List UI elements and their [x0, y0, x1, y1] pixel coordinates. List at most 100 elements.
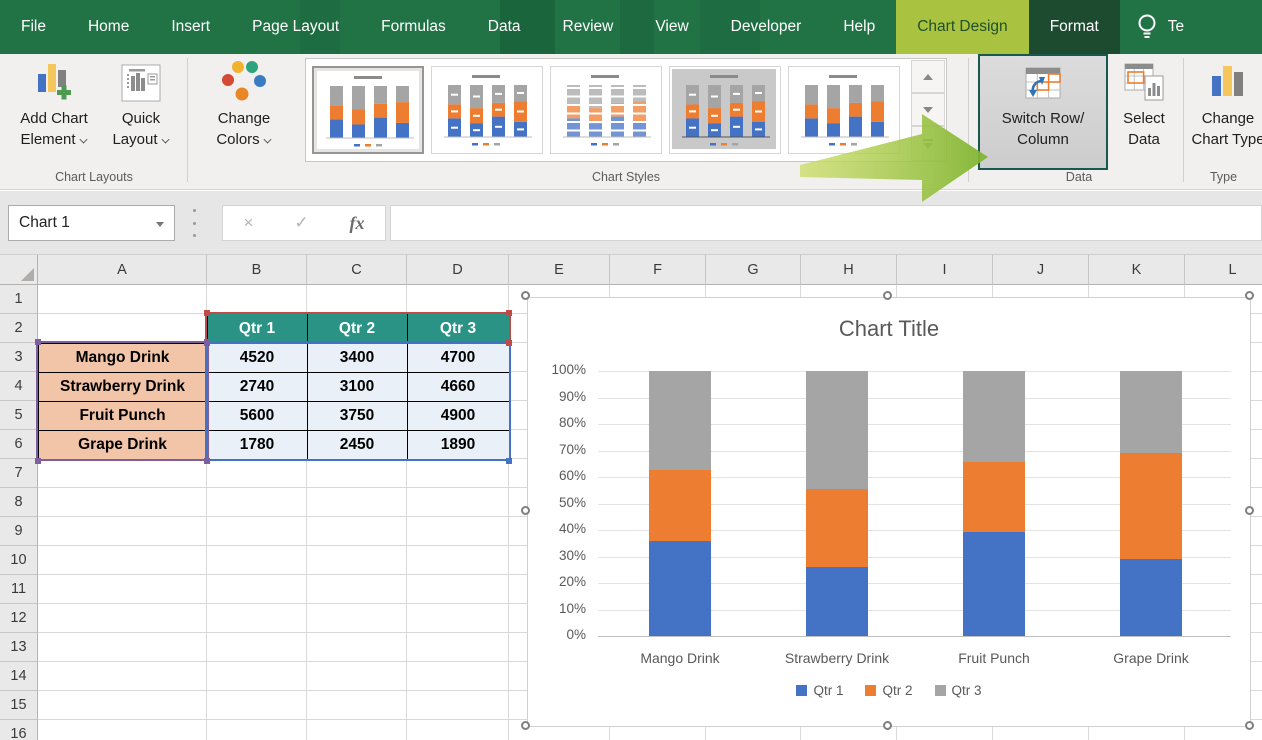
chart-style-thumbnail-2[interactable] — [431, 66, 543, 154]
row-header-12[interactable]: 12 — [0, 604, 38, 633]
cell-C4[interactable]: 3100 — [307, 372, 407, 401]
chart-resize-handle[interactable] — [521, 506, 530, 515]
chart-style-thumbnail-1[interactable] — [312, 66, 424, 154]
cell-D2[interactable]: Qtr 3 — [407, 314, 509, 343]
bar-segment-qtr-3[interactable] — [963, 371, 1025, 463]
tab-format[interactable]: Format — [1028, 0, 1120, 54]
legend-item-qtr-2[interactable]: Qtr 2 — [865, 683, 913, 698]
col-header-E[interactable]: E — [509, 255, 610, 285]
cell-B4[interactable]: 2740 — [207, 372, 307, 401]
formula-bar-splitter[interactable] — [193, 209, 197, 237]
col-header-G[interactable]: G — [706, 255, 801, 285]
bar-segment-qtr-1[interactable] — [649, 541, 711, 636]
cell-D3[interactable]: 4700 — [407, 343, 509, 372]
row-header-14[interactable]: 14 — [0, 662, 38, 691]
chart-resize-handle[interactable] — [1245, 721, 1254, 730]
row-header-9[interactable]: 9 — [0, 517, 38, 546]
row-header-8[interactable]: 8 — [0, 488, 38, 517]
row-header-7[interactable]: 7 — [0, 459, 38, 488]
col-header-B[interactable]: B — [207, 255, 307, 285]
row-header-1[interactable]: 1 — [0, 285, 38, 314]
range-handle[interactable] — [204, 339, 210, 345]
row-header-2[interactable]: 2 — [0, 314, 38, 343]
row-header-15[interactable]: 15 — [0, 691, 38, 720]
col-header-K[interactable]: K — [1089, 255, 1185, 285]
bar-segment-qtr-1[interactable] — [1120, 558, 1182, 636]
col-header-J[interactable]: J — [993, 255, 1089, 285]
select-data-button[interactable]: Select Data — [1110, 58, 1178, 166]
chart-style-thumbnail-4[interactable] — [669, 66, 781, 154]
tab-file[interactable]: File — [0, 0, 67, 54]
legend-item-qtr-1[interactable]: Qtr 1 — [796, 683, 843, 698]
row-header-16[interactable]: 16 — [0, 720, 38, 740]
row-header-3[interactable]: 3 — [0, 343, 38, 372]
bar-segment-qtr-1[interactable] — [963, 531, 1025, 636]
col-header-C[interactable]: C — [307, 255, 407, 285]
tab-data[interactable]: Data — [467, 0, 542, 54]
cell-C6[interactable]: 2450 — [307, 430, 407, 459]
select-all-button[interactable] — [0, 255, 38, 285]
col-header-F[interactable]: F — [610, 255, 706, 285]
cell-A3[interactable]: Mango Drink — [38, 343, 207, 372]
gallery-more-button[interactable] — [911, 126, 945, 161]
cell-D4[interactable]: 4660 — [407, 372, 509, 401]
bar-segment-qtr-1[interactable] — [806, 566, 868, 636]
gallery-scroll-up-button[interactable] — [911, 60, 945, 93]
tab-chart-design[interactable]: Chart Design — [896, 0, 1029, 54]
bar-segment-qtr-3[interactable] — [1120, 371, 1182, 453]
cell-A4[interactable]: Strawberry Drink — [38, 372, 207, 401]
chart-resize-handle[interactable] — [1245, 506, 1254, 515]
name-box[interactable]: Chart 1 — [8, 205, 175, 241]
tell-me-search[interactable]: Te — [1120, 0, 1184, 54]
row-header-4[interactable]: 4 — [0, 372, 38, 401]
chart-style-thumbnail-5[interactable] — [788, 66, 900, 154]
gallery-scroll-down-button[interactable] — [911, 93, 945, 126]
chart-style-thumbnail-3[interactable] — [550, 66, 662, 154]
row-header-6[interactable]: 6 — [0, 430, 38, 459]
add-chart-element-button[interactable]: Add Chart Element — [8, 58, 100, 166]
switch-row-column-button[interactable]: Switch Row/ Column — [978, 54, 1108, 170]
range-handle[interactable] — [35, 339, 41, 345]
tab-review[interactable]: Review — [542, 0, 635, 54]
chart-resize-handle[interactable] — [883, 721, 892, 730]
chart-legend[interactable]: Qtr 1 Qtr 2 Qtr 3 — [528, 683, 1250, 698]
cell-D5[interactable]: 4900 — [407, 401, 509, 430]
range-handle[interactable] — [204, 310, 210, 316]
cell-B6[interactable]: 1780 — [207, 430, 307, 459]
col-header-L[interactable]: L — [1185, 255, 1262, 285]
cell-C3[interactable]: 3400 — [307, 343, 407, 372]
quick-layout-button[interactable]: Quick Layout — [102, 58, 180, 166]
chart-resize-handle[interactable] — [521, 291, 530, 300]
tab-page-layout[interactable]: Page Layout — [231, 0, 360, 54]
range-handle[interactable] — [506, 458, 512, 464]
formula-input[interactable] — [390, 205, 1262, 241]
bar-segment-qtr-2[interactable] — [649, 469, 711, 542]
change-chart-type-button[interactable]: Change Chart Type — [1188, 58, 1262, 166]
cell-A6[interactable]: Grape Drink — [38, 430, 207, 459]
bar-segment-qtr-3[interactable] — [806, 371, 868, 489]
insert-function-icon[interactable]: fx — [350, 213, 365, 234]
chart-resize-handle[interactable] — [1245, 291, 1254, 300]
cell-C5[interactable]: 3750 — [307, 401, 407, 430]
col-header-I[interactable]: I — [897, 255, 993, 285]
row-header-5[interactable]: 5 — [0, 401, 38, 430]
chart-resize-handle[interactable] — [883, 291, 892, 300]
change-colors-button[interactable]: Change Colors — [196, 58, 292, 166]
range-handle[interactable] — [506, 310, 512, 316]
tab-insert[interactable]: Insert — [150, 0, 231, 54]
cell-B3[interactable]: 4520 — [207, 343, 307, 372]
tab-developer[interactable]: Developer — [710, 0, 823, 54]
tab-help[interactable]: Help — [822, 0, 896, 54]
row-header-10[interactable]: 10 — [0, 546, 38, 575]
cell-B5[interactable]: 5600 — [207, 401, 307, 430]
bar-segment-qtr-2[interactable] — [1120, 452, 1182, 559]
cell-A5[interactable]: Fruit Punch — [38, 401, 207, 430]
bar-segment-qtr-2[interactable] — [963, 462, 1025, 532]
cancel-icon[interactable]: × — [243, 213, 253, 233]
chart-object[interactable]: Chart Title 0% 10% 20% 30% 40% 50% 60% 70% 80% 90… — [527, 297, 1251, 727]
tab-formulas[interactable]: Formulas — [360, 0, 467, 54]
range-handle[interactable] — [35, 458, 41, 464]
cell-D6[interactable]: 1890 — [407, 430, 509, 459]
legend-item-qtr-3[interactable]: Qtr 3 — [934, 683, 982, 698]
cell-C2[interactable]: Qtr 2 — [307, 314, 407, 343]
